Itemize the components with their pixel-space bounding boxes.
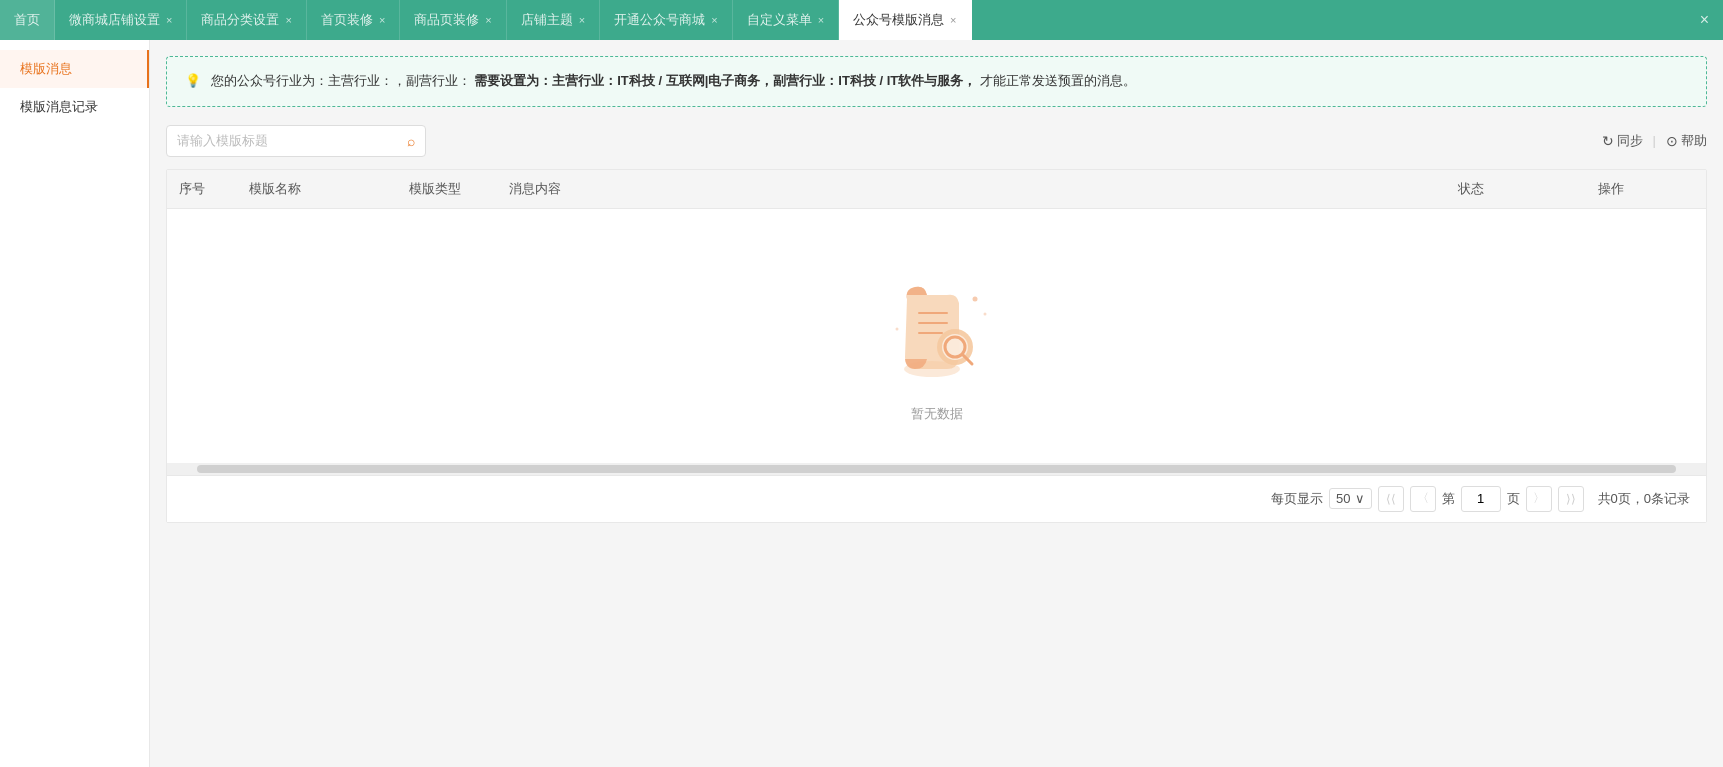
tab-bar: 首页 微商城店铺设置 × 商品分类设置 × 首页装修 × 商品页装修 × 店铺主…: [0, 0, 1723, 40]
chevron-down-icon: ∨: [1355, 491, 1365, 506]
tab-shop-setting[interactable]: 微商城店铺设置 ×: [55, 0, 187, 40]
main-layout: 模版消息 模版消息记录 💡 您的公众号行业为：主营行业：，副营行业： 需要设置为…: [0, 40, 1723, 767]
pagination-prev-button[interactable]: 〈: [1410, 486, 1436, 512]
pagination-last-button[interactable]: ⟩⟩: [1558, 486, 1584, 512]
search-input[interactable]: [177, 133, 407, 148]
tab-template-msg[interactable]: 公众号模版消息 ×: [839, 0, 971, 40]
scrollbar-thumb[interactable]: [197, 465, 1676, 473]
th-action: 操作: [1586, 170, 1706, 208]
data-table: 序号 模版名称 模版类型 消息内容 状态 操作: [166, 169, 1707, 523]
tab-shop-theme[interactable]: 店铺主题 ×: [507, 0, 600, 40]
toolbar-right: ↻ 同步 | ⊙ 帮助: [1602, 132, 1707, 150]
sync-icon: ↻: [1602, 133, 1614, 149]
help-button[interactable]: ⊙ 帮助: [1666, 132, 1707, 150]
search-input-wrap: ⌕: [166, 125, 426, 157]
table-header: 序号 模版名称 模版类型 消息内容 状态 操作: [167, 170, 1706, 209]
pagination: 每页显示 50 ∨ ⟨⟨ 〈 第 页 〉 ⟩⟩ 共0页，0条记录: [167, 475, 1706, 522]
notice-box: 💡 您的公众号行业为：主营行业：，副营行业： 需要设置为：主营行业：IT科技 /…: [166, 56, 1707, 107]
sync-button[interactable]: ↻ 同步: [1602, 132, 1643, 150]
svg-point-10: [895, 327, 898, 330]
tab-close-custom-menu[interactable]: ×: [818, 14, 824, 26]
tab-close-template-msg[interactable]: ×: [950, 14, 956, 26]
tab-open-mall[interactable]: 开通公众号商城 ×: [600, 0, 732, 40]
search-bar: ⌕ ↻ 同步 | ⊙ 帮助: [166, 125, 1707, 157]
total-info: 共0页，0条记录: [1598, 490, 1690, 508]
empty-state: 暂无数据: [167, 209, 1706, 463]
empty-illustration: [877, 269, 997, 389]
th-seq: 序号: [167, 170, 237, 208]
toolbar-divider: |: [1653, 133, 1656, 148]
svg-point-8: [972, 296, 977, 301]
page-number-input[interactable]: [1461, 486, 1501, 512]
pagination-next-button[interactable]: 〉: [1526, 486, 1552, 512]
tab-category-setting[interactable]: 商品分类设置 ×: [187, 0, 306, 40]
per-page-value: 50: [1336, 491, 1350, 506]
tab-close-open-mall[interactable]: ×: [711, 14, 717, 26]
th-name: 模版名称: [237, 170, 397, 208]
tab-product-decor[interactable]: 商品页装修 ×: [400, 0, 506, 40]
th-status: 状态: [1446, 170, 1586, 208]
per-page-label: 每页显示: [1271, 490, 1323, 508]
th-content: 消息内容: [497, 170, 1446, 208]
tab-close-shop-setting[interactable]: ×: [166, 14, 172, 26]
sidebar: 模版消息 模版消息记录: [0, 40, 150, 767]
tab-close-home-decor[interactable]: ×: [379, 14, 385, 26]
tab-home[interactable]: 首页: [0, 0, 55, 40]
svg-point-9: [983, 312, 986, 315]
page-prefix-label: 第: [1442, 490, 1455, 508]
tab-close-product-decor[interactable]: ×: [485, 14, 491, 26]
tab-close-shop-theme[interactable]: ×: [579, 14, 585, 26]
search-button[interactable]: ⌕: [407, 133, 415, 149]
pagination-first-button[interactable]: ⟨⟨: [1378, 486, 1404, 512]
th-type: 模版类型: [397, 170, 497, 208]
page-unit-label: 页: [1507, 490, 1520, 508]
content-area: 💡 您的公众号行业为：主营行业：，副营行业： 需要设置为：主营行业：IT科技 /…: [150, 40, 1723, 767]
sidebar-item-template-msg-record[interactable]: 模版消息记录: [0, 88, 149, 126]
tab-bar-close-all[interactable]: ×: [1686, 11, 1723, 29]
sidebar-item-template-msg[interactable]: 模版消息: [0, 50, 149, 88]
horizontal-scrollbar[interactable]: [167, 463, 1706, 475]
tab-close-category-setting[interactable]: ×: [285, 14, 291, 26]
help-icon: ⊙: [1666, 133, 1678, 149]
tab-custom-menu[interactable]: 自定义菜单 ×: [733, 0, 839, 40]
notice-icon: 💡: [185, 73, 201, 88]
empty-text: 暂无数据: [911, 405, 963, 423]
tab-home-decor[interactable]: 首页装修 ×: [307, 0, 400, 40]
per-page-select[interactable]: 50 ∨: [1329, 488, 1371, 509]
